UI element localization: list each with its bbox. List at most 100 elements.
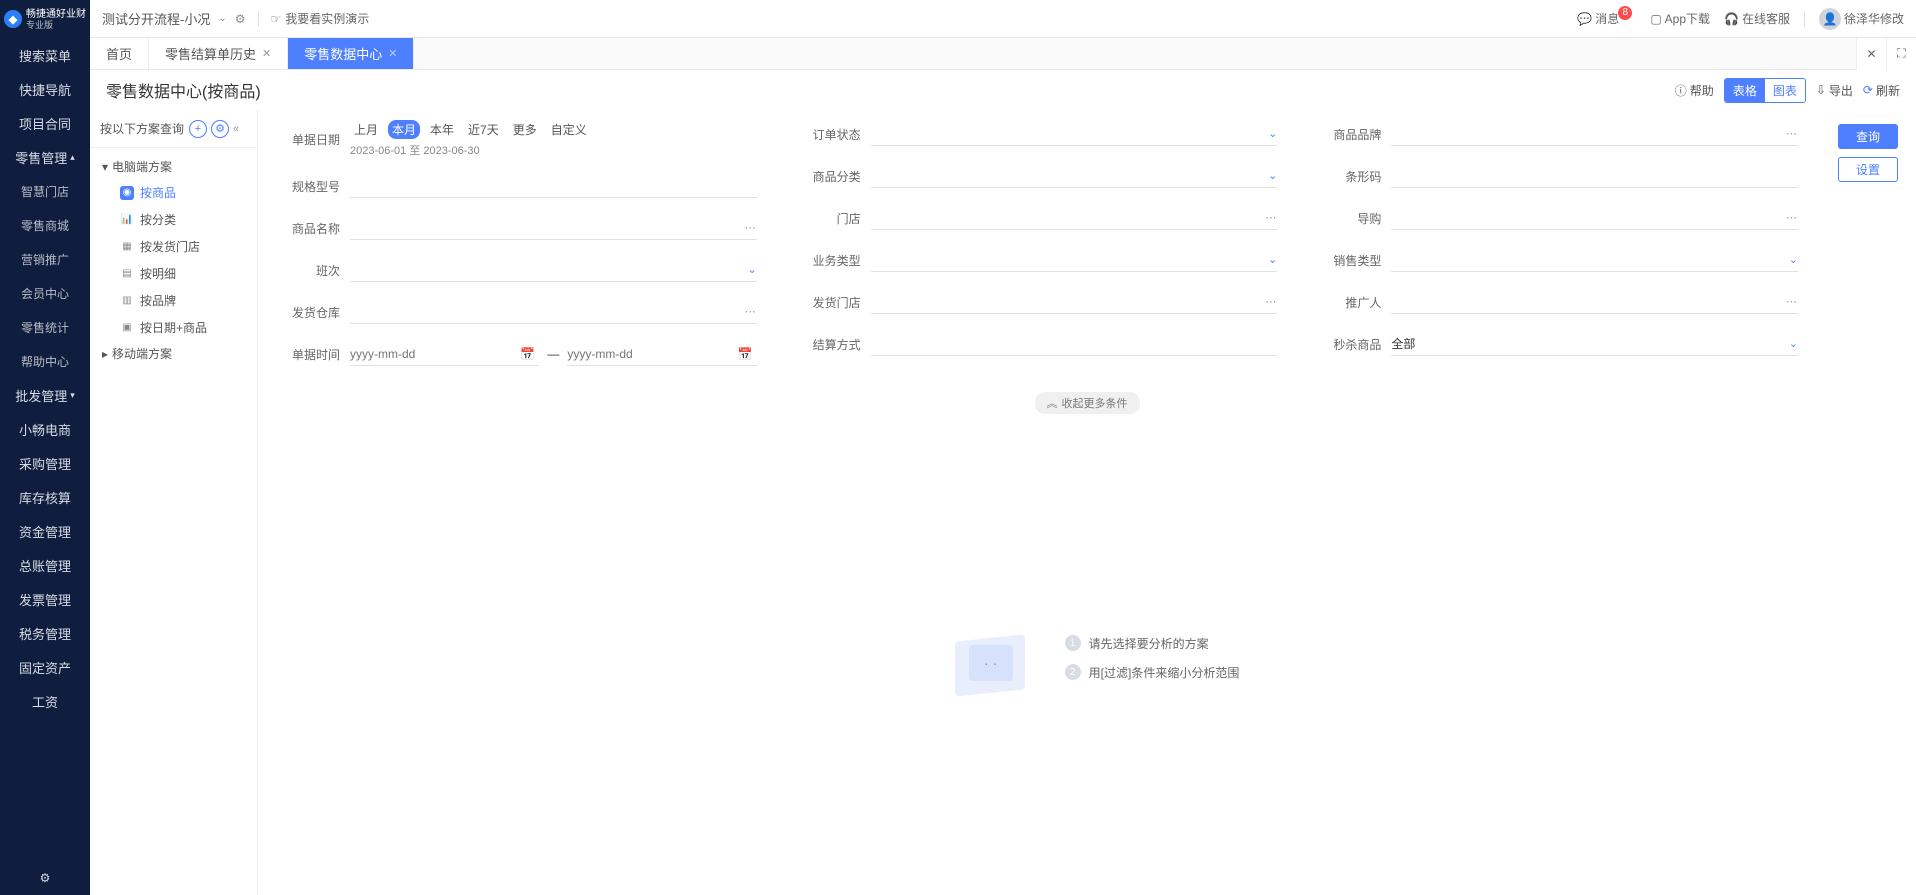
- nav-ledger[interactable]: 总账管理: [0, 548, 90, 582]
- scheme-by-category[interactable]: 📊按分类: [90, 206, 257, 233]
- product-name-input[interactable]: ⋯: [350, 216, 757, 240]
- nav-fund[interactable]: 资金管理: [0, 514, 90, 548]
- tab-home[interactable]: 首页: [90, 38, 149, 69]
- biz-type-select[interactable]: ⌄: [871, 248, 1278, 272]
- tab-retail-data-center[interactable]: 零售数据中心 ✕: [288, 38, 414, 69]
- close-all-button[interactable]: ✕: [1856, 38, 1886, 70]
- nav-inventory[interactable]: 库存核算: [0, 480, 90, 514]
- expand-button[interactable]: ⛶: [1886, 38, 1916, 70]
- chevron-down-icon[interactable]: ⌄: [1789, 253, 1798, 266]
- seckill-select[interactable]: 全部⌄: [1391, 332, 1798, 356]
- calendar-icon[interactable]: 📅: [738, 347, 753, 361]
- chevron-down-icon[interactable]: ⌄: [1268, 127, 1277, 140]
- more-icon[interactable]: ⋯: [1265, 295, 1277, 308]
- user-menu[interactable]: 👤 徐泽华修改: [1819, 8, 1904, 30]
- close-icon[interactable]: ✕: [262, 47, 271, 60]
- tree-group-pc[interactable]: ▾电脑端方案: [90, 154, 257, 179]
- chevron-down-icon[interactable]: ⌄: [747, 263, 756, 276]
- guide-input[interactable]: ⋯: [1391, 206, 1798, 230]
- barcode-input[interactable]: [1391, 164, 1798, 188]
- promoter-input[interactable]: ⋯: [1391, 290, 1798, 314]
- time-to-input[interactable]: 📅: [567, 342, 756, 366]
- gear-icon[interactable]: ⚙: [235, 12, 246, 26]
- more-icon[interactable]: ⋯: [745, 305, 757, 318]
- filter-col-3: 商品品牌⋯ 条形码 导购⋯ 销售类型⌄ 推广人⋯ 秒杀商品全部⌄: [1317, 120, 1798, 382]
- query-button[interactable]: 查询: [1838, 124, 1898, 149]
- scheme-by-ship-store[interactable]: ▦按发货门店: [90, 233, 257, 260]
- scheme-by-product[interactable]: ◉按商品: [90, 179, 257, 206]
- add-scheme-button[interactable]: +: [189, 120, 207, 138]
- more-icon[interactable]: ⋯: [745, 221, 757, 234]
- nav-retail-help[interactable]: 帮助中心: [0, 344, 90, 378]
- scheme-settings-button[interactable]: ⚙: [211, 120, 229, 138]
- tab-settlement-history[interactable]: 零售结算单历史 ✕: [149, 38, 288, 69]
- nav-retail-stats[interactable]: 零售统计: [0, 310, 90, 344]
- tree-group-mobile[interactable]: ▸移动端方案: [90, 341, 257, 366]
- close-icon[interactable]: ✕: [388, 47, 397, 60]
- nav-retail-promo[interactable]: 营销推广: [0, 242, 90, 276]
- refresh-button[interactable]: ⟳刷新: [1863, 82, 1900, 99]
- more-icon[interactable]: ⋯: [1786, 211, 1798, 224]
- empty-steps: 1请先选择要分析的方案 2用[过滤]条件来缩小分析范围: [1065, 635, 1240, 681]
- chevron-down-icon[interactable]: ⌄: [218, 13, 226, 24]
- nav-search[interactable]: 搜索菜单: [0, 38, 90, 72]
- ship-store-input[interactable]: ⋯: [871, 290, 1278, 314]
- settings-button[interactable]: 设置: [1838, 157, 1898, 182]
- nav-fixed-asset[interactable]: 固定资产: [0, 650, 90, 684]
- app-download-button[interactable]: ▢ App下载: [1650, 10, 1710, 27]
- date-opt-this-month[interactable]: 本月: [388, 120, 420, 139]
- chevron-down-icon[interactable]: ⌄: [1268, 253, 1277, 266]
- export-button[interactable]: ⇩导出: [1816, 82, 1853, 99]
- more-icon[interactable]: ⋯: [1265, 211, 1277, 224]
- nav-wholesale[interactable]: 批发管理: [0, 378, 90, 412]
- store-input[interactable]: ⋯: [871, 206, 1278, 230]
- seg-chart[interactable]: 图表: [1765, 79, 1805, 102]
- scheme-by-date-product[interactable]: ▣按日期+商品: [90, 314, 257, 341]
- collapse-panel-button[interactable]: «: [233, 123, 247, 135]
- nav-retail-mall[interactable]: 零售商城: [0, 208, 90, 242]
- nav-invoice[interactable]: 发票管理: [0, 582, 90, 616]
- nav-project[interactable]: 项目合同: [0, 106, 90, 140]
- breadcrumb-text[interactable]: 测试分开流程-小况: [102, 9, 210, 28]
- tabs-right: ✕ ⛶: [1856, 38, 1916, 69]
- warehouse-input[interactable]: ⋯: [350, 300, 757, 324]
- help-button[interactable]: ⓘ帮助: [1675, 82, 1714, 99]
- gear-icon[interactable]: ⚙: [40, 871, 51, 885]
- scheme-by-brand[interactable]: ▥按品牌: [90, 287, 257, 314]
- collapse-filters-button[interactable]: ︽ 收起更多条件: [1035, 392, 1140, 414]
- settle-input[interactable]: [871, 332, 1278, 356]
- category-select[interactable]: ⌄: [871, 164, 1278, 188]
- spec-input[interactable]: [350, 174, 757, 198]
- calendar-icon[interactable]: 📅: [520, 347, 535, 361]
- date-opt-custom[interactable]: 自定义: [547, 120, 591, 139]
- scheme-by-detail[interactable]: ▤按明细: [90, 260, 257, 287]
- nav-retail-smart[interactable]: 智慧门店: [0, 174, 90, 208]
- messages-button[interactable]: 💬 消息 8: [1577, 10, 1636, 27]
- date-opt-more[interactable]: 更多: [509, 120, 541, 139]
- demo-link[interactable]: ☞ 我要看实例演示: [271, 10, 370, 27]
- nav-salary[interactable]: 工资: [0, 684, 90, 718]
- nav-tax[interactable]: 税务管理: [0, 616, 90, 650]
- seg-table[interactable]: 表格: [1725, 79, 1765, 102]
- date-opt-this-year[interactable]: 本年: [426, 120, 458, 139]
- time-from-input[interactable]: 📅: [350, 342, 539, 366]
- scheme-head: 按以下方案查询 + ⚙ «: [90, 110, 257, 148]
- shift-select[interactable]: ⌄: [350, 258, 757, 282]
- nav-ecommerce[interactable]: 小畅电商: [0, 412, 90, 446]
- more-icon[interactable]: ⋯: [1786, 127, 1798, 140]
- order-status-select[interactable]: ⌄: [871, 122, 1278, 146]
- chevron-down-icon[interactable]: ⌄: [1789, 337, 1798, 350]
- date-opt-last-month[interactable]: 上月: [350, 120, 382, 139]
- date-opt-7days[interactable]: 近7天: [464, 120, 503, 139]
- more-icon[interactable]: ⋯: [1786, 295, 1798, 308]
- nav-purchase[interactable]: 采购管理: [0, 446, 90, 480]
- sale-type-select[interactable]: ⌄: [1391, 248, 1798, 272]
- nav-quick[interactable]: 快捷导航: [0, 72, 90, 106]
- nav-retail[interactable]: 零售管理: [0, 140, 90, 174]
- divider: [258, 11, 259, 27]
- chevron-down-icon[interactable]: ⌄: [1268, 169, 1277, 182]
- filter-grid: 单据日期 上月 本月 本年 近7天 更多 自定义 20: [258, 110, 1916, 386]
- support-button[interactable]: 🎧 在线客服: [1724, 10, 1790, 27]
- nav-retail-member[interactable]: 会员中心: [0, 276, 90, 310]
- brand-input[interactable]: ⋯: [1391, 122, 1798, 146]
